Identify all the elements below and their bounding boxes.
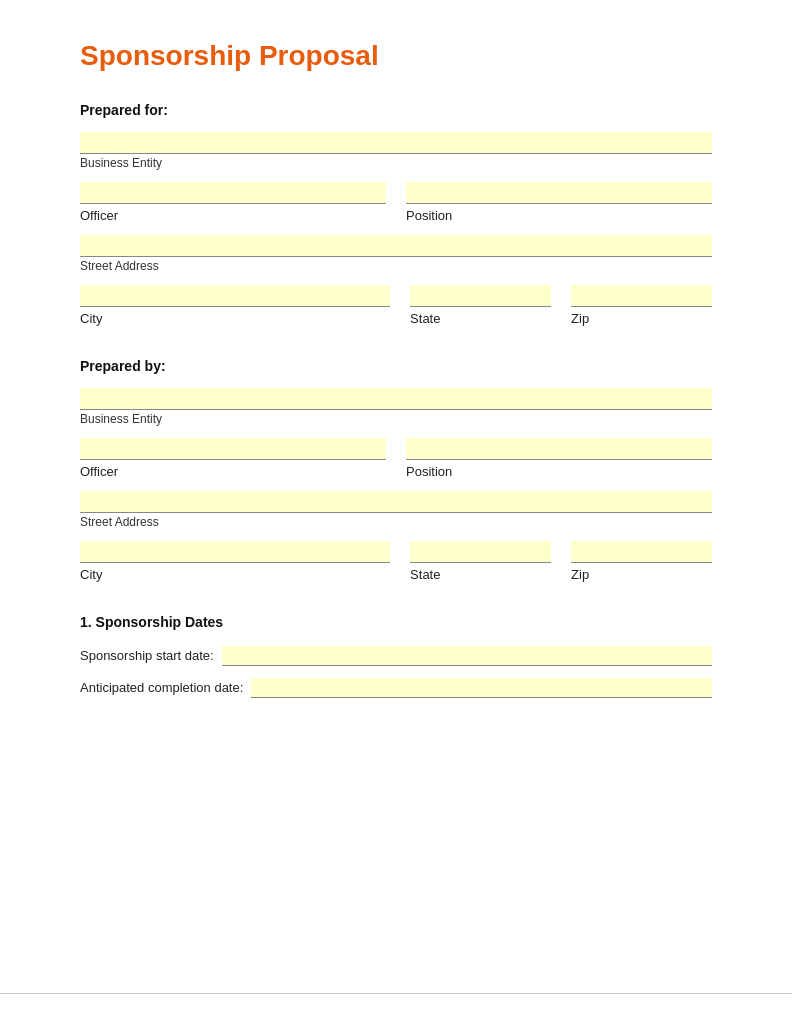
completion-date-row: Anticipated completion date: (80, 678, 712, 698)
business-entity-group-by: Business Entity (80, 388, 712, 426)
start-date-row: Sponsorship start date: (80, 646, 712, 666)
state-label-for: State (410, 311, 551, 326)
state-col-for (410, 285, 551, 307)
completion-date-label: Anticipated completion date: (80, 680, 243, 695)
city-state-zip-row-by (80, 541, 712, 563)
city-state-zip-row-for (80, 285, 712, 307)
prepared-by-section: Prepared by: Business Entity Officer Pos… (80, 358, 712, 582)
business-entity-group-for: Business Entity (80, 132, 712, 170)
officer-col-for (80, 182, 386, 204)
zip-input-for[interactable] (571, 285, 712, 307)
prepared-for-label: Prepared for: (80, 102, 712, 118)
start-date-label: Sponsorship start date: (80, 648, 214, 663)
bottom-divider (0, 993, 792, 994)
city-label-by: City (80, 567, 390, 582)
street-address-input-for[interactable] (80, 235, 712, 257)
zip-label-by: Zip (571, 567, 712, 582)
officer-input-by[interactable] (80, 438, 386, 460)
street-address-input-by[interactable] (80, 491, 712, 513)
completion-date-input[interactable] (251, 678, 712, 698)
officer-position-row-for (80, 182, 712, 204)
city-state-zip-labels-by: City State Zip (80, 567, 712, 582)
sponsorship-dates-label: 1. Sponsorship Dates (80, 614, 712, 630)
state-label-by: State (410, 567, 551, 582)
officer-position-labels-by: Officer Position (80, 464, 712, 479)
officer-label-by: Officer (80, 464, 386, 479)
street-address-group-for: Street Address (80, 235, 712, 273)
business-entity-label-for: Business Entity (80, 156, 712, 170)
officer-position-labels-for: Officer Position (80, 208, 712, 223)
sponsorship-dates-section: 1. Sponsorship Dates Sponsorship start d… (80, 614, 712, 698)
position-col-for (406, 182, 712, 204)
city-state-zip-labels-for: City State Zip (80, 311, 712, 326)
page-container: Sponsorship Proposal Prepared for: Busin… (0, 0, 792, 1024)
zip-label-for: Zip (571, 311, 712, 326)
position-label-for: Position (406, 208, 712, 223)
position-col-by (406, 438, 712, 460)
position-label-by: Position (406, 464, 712, 479)
city-input-by[interactable] (80, 541, 390, 563)
officer-input-for[interactable] (80, 182, 386, 204)
zip-col-for (571, 285, 712, 307)
business-entity-label-by: Business Entity (80, 412, 712, 426)
state-input-for[interactable] (410, 285, 551, 307)
city-col-by (80, 541, 390, 563)
position-input-by[interactable] (406, 438, 712, 460)
city-col-for (80, 285, 390, 307)
city-input-for[interactable] (80, 285, 390, 307)
street-address-label-for: Street Address (80, 259, 712, 273)
page-title: Sponsorship Proposal (80, 40, 712, 72)
state-col-by (410, 541, 551, 563)
street-address-group-by: Street Address (80, 491, 712, 529)
zip-col-by (571, 541, 712, 563)
state-input-by[interactable] (410, 541, 551, 563)
prepared-for-section: Prepared for: Business Entity Officer Po… (80, 102, 712, 326)
officer-col-by (80, 438, 386, 460)
prepared-by-label: Prepared by: (80, 358, 712, 374)
business-entity-input-for[interactable] (80, 132, 712, 154)
business-entity-input-by[interactable] (80, 388, 712, 410)
officer-position-row-by (80, 438, 712, 460)
officer-label-for: Officer (80, 208, 386, 223)
position-input-for[interactable] (406, 182, 712, 204)
street-address-label-by: Street Address (80, 515, 712, 529)
start-date-input[interactable] (222, 646, 712, 666)
zip-input-by[interactable] (571, 541, 712, 563)
city-label-for: City (80, 311, 390, 326)
